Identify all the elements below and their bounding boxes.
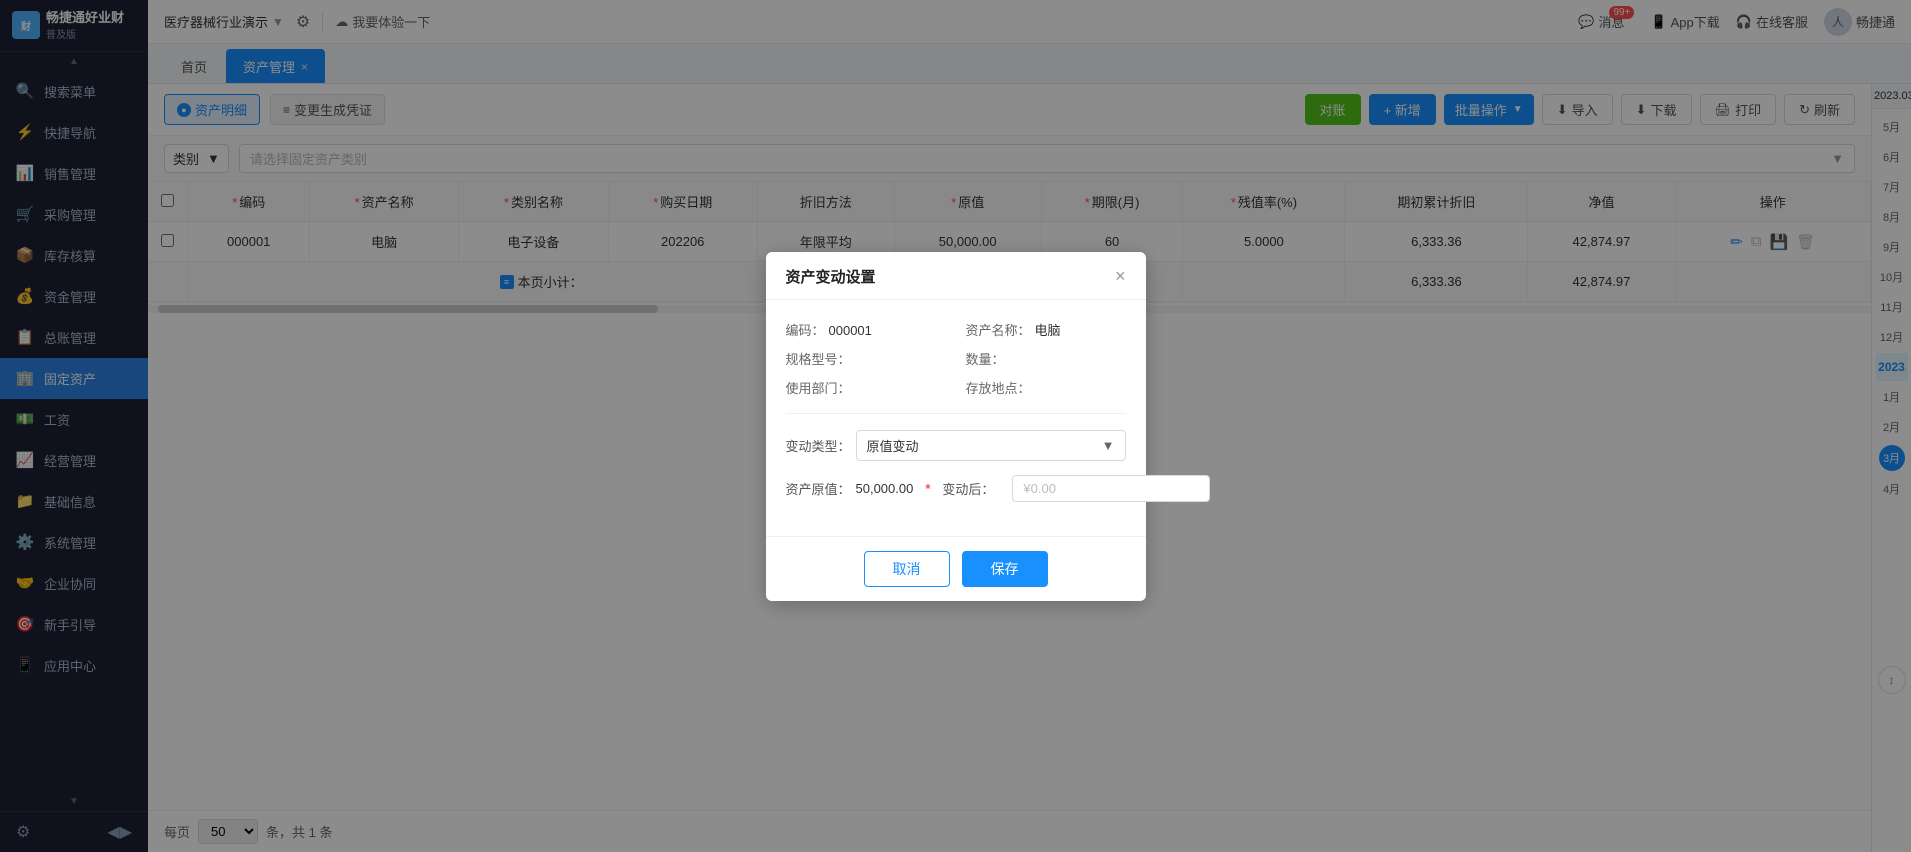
modal-spec-item: 规格型号： <box>786 349 946 368</box>
modal-close-button[interactable]: × <box>1115 267 1126 285</box>
original-value-label: 资产原值： <box>786 479 856 498</box>
after-label: 变动后： <box>942 479 1012 498</box>
modal-quantity-label: 数量： <box>966 349 1005 368</box>
cancel-button[interactable]: 取消 <box>864 551 950 587</box>
original-value: 50,000.00 <box>856 481 914 496</box>
required-star: * <box>925 481 930 496</box>
modal-code-item: 编码： 000001 <box>786 320 946 339</box>
modal-divider <box>786 413 1126 414</box>
change-type-label: 变动类型： <box>786 436 856 455</box>
asset-change-modal: 资产变动设置 × 编码： 000001 资产名称： 电脑 规格型号： 数 <box>766 252 1146 601</box>
modal-name-label: 资产名称： <box>966 320 1031 339</box>
modal-location-label: 存放地点： <box>966 378 1031 397</box>
modal-spec-label: 规格型号： <box>786 349 851 368</box>
after-value-input[interactable] <box>1012 475 1210 502</box>
modal-body: 编码： 000001 资产名称： 电脑 规格型号： 数量： 使用部门： <box>766 300 1146 536</box>
modal-info-grid: 编码： 000001 资产名称： 电脑 规格型号： 数量： 使用部门： <box>786 320 1126 397</box>
modal-quantity-item: 数量： <box>966 349 1126 368</box>
change-type-chevron-icon: ▼ <box>1102 438 1115 453</box>
modal-name-item: 资产名称： 电脑 <box>966 320 1126 339</box>
change-type-value: 原值变动 <box>867 436 919 455</box>
modal-title: 资产变动设置 <box>786 266 876 287</box>
change-type-row: 变动类型： 原值变动 ▼ <box>786 430 1126 461</box>
modal-department-label: 使用部门： <box>786 378 851 397</box>
modal-code-value: 000001 <box>829 323 872 338</box>
modal-overlay: 资产变动设置 × 编码： 000001 资产名称： 电脑 规格型号： 数 <box>0 0 1911 852</box>
modal-location-item: 存放地点： <box>966 378 1126 397</box>
modal-header: 资产变动设置 × <box>766 252 1146 300</box>
modal-name-value: 电脑 <box>1035 320 1061 339</box>
modal-code-label: 编码： <box>786 320 825 339</box>
change-type-select[interactable]: 原值变动 ▼ <box>856 430 1126 461</box>
modal-department-item: 使用部门： <box>786 378 946 397</box>
value-row: 资产原值： 50,000.00 * 变动后： <box>786 475 1126 502</box>
modal-footer: 取消 保存 <box>766 536 1146 601</box>
save-button[interactable]: 保存 <box>962 551 1048 587</box>
